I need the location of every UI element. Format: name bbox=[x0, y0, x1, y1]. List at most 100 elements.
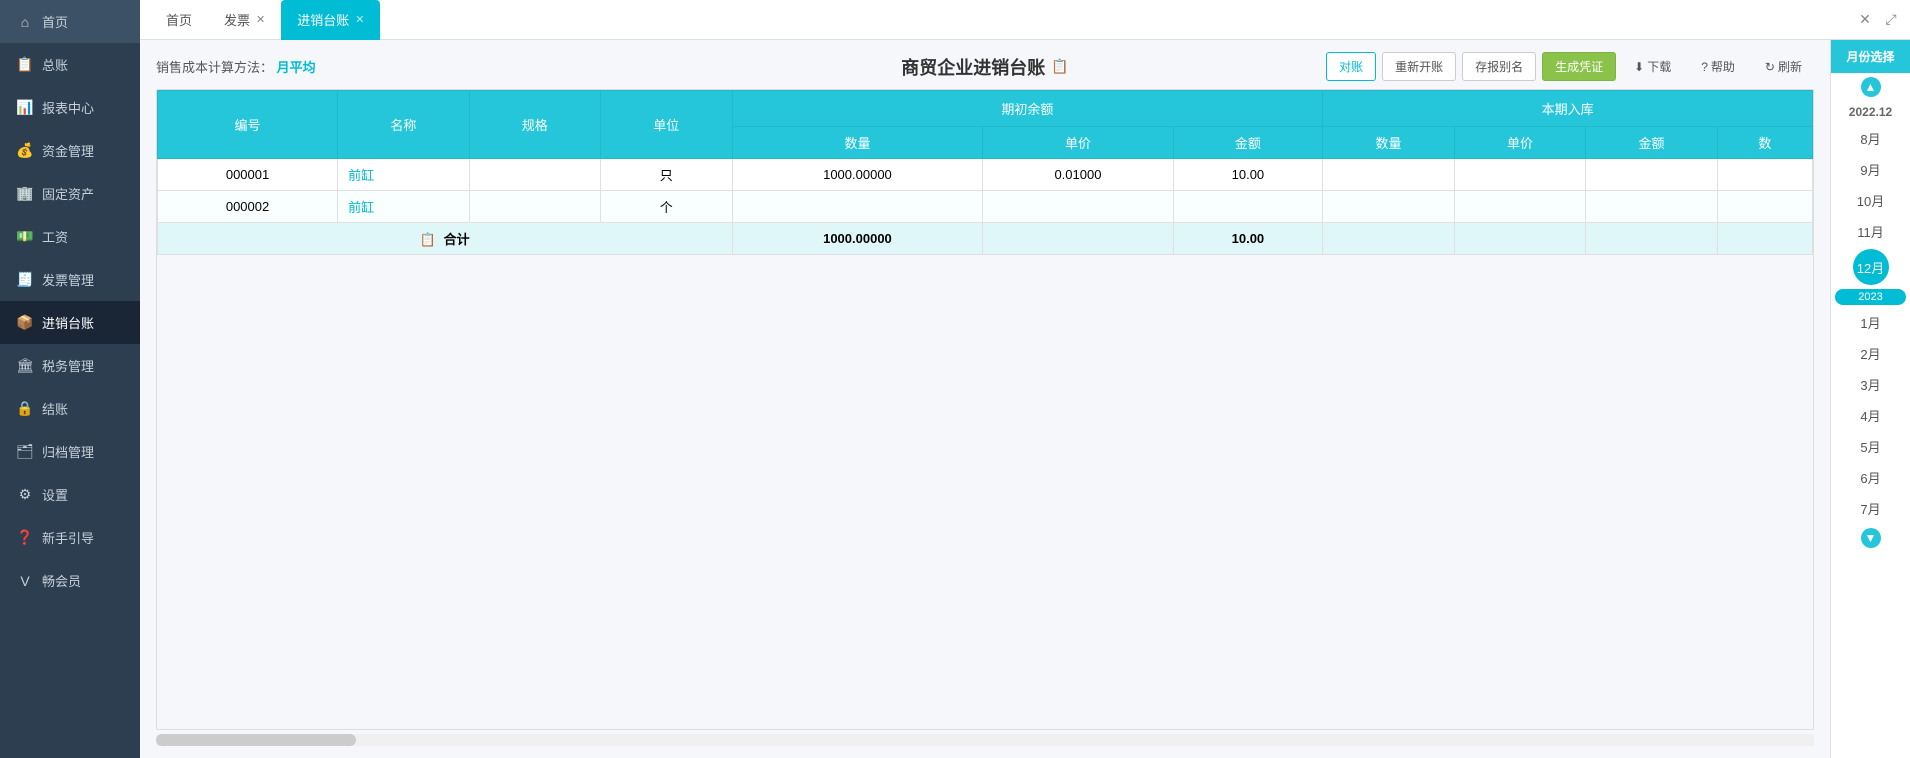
month-12-item[interactable]: 12月 bbox=[1853, 249, 1889, 285]
row1-id: 000001 bbox=[158, 159, 338, 191]
title-link-icon[interactable]: 📋 bbox=[1051, 58, 1068, 75]
sidebar-item-salary[interactable]: 💵 工资 bbox=[0, 215, 140, 258]
ledger-icon: 📋 bbox=[16, 56, 34, 73]
vip-icon: V bbox=[16, 573, 34, 589]
total-icon: 📋 bbox=[420, 232, 436, 247]
month-nav-down-button[interactable]: ▼ bbox=[1861, 528, 1881, 548]
row1-spec bbox=[469, 159, 600, 191]
help-button[interactable]: ? 帮助 bbox=[1689, 53, 1747, 80]
row1-name-link[interactable]: 前缸 bbox=[348, 168, 374, 183]
home-icon: ⌂ bbox=[16, 14, 34, 30]
help-icon: ? bbox=[1701, 60, 1708, 74]
generate-voucher-button[interactable]: 生成凭证 bbox=[1542, 52, 1616, 81]
total-open-qty: 1000.00000 bbox=[732, 223, 983, 255]
archive-icon: 🗂 bbox=[16, 443, 34, 460]
total-in-price bbox=[1454, 223, 1585, 255]
tab-invoice[interactable]: 发票 ✕ bbox=[208, 0, 281, 40]
sidebar-item-purchase-sales-ledger[interactable]: 📦 进销台账 bbox=[0, 301, 140, 344]
tab-ledger[interactable]: 进销台账 ✕ bbox=[281, 0, 380, 40]
sidebar-item-fixed-assets[interactable]: 🏢 固定资产 bbox=[0, 172, 140, 215]
row1-in-qty bbox=[1323, 159, 1454, 191]
row1-open-amount: 10.00 bbox=[1173, 159, 1323, 191]
row2-name: 前缸 bbox=[338, 191, 469, 223]
sidebar-item-tax-management[interactable]: 🏛 税务管理 bbox=[0, 344, 140, 387]
sidebar-item-home[interactable]: ⌂ 首页 bbox=[0, 0, 140, 43]
month-1-item[interactable]: 1月 bbox=[1831, 307, 1910, 338]
sidebar-item-beginner-guide[interactable]: ❓ 新手引导 bbox=[0, 516, 140, 559]
sidebar-item-settings[interactable]: ⚙ 设置 bbox=[0, 473, 140, 516]
invoice-icon: 🧾 bbox=[16, 271, 34, 288]
col-in-price-header: 单价 bbox=[1454, 127, 1585, 159]
row2-open-price bbox=[983, 191, 1173, 223]
month-11-item[interactable]: 11月 bbox=[1831, 216, 1910, 247]
month-8-item[interactable]: 8月 bbox=[1831, 123, 1910, 154]
tab-invoice-close[interactable]: ✕ bbox=[256, 13, 265, 26]
month-9-item[interactable]: 9月 bbox=[1831, 154, 1910, 185]
month-10-item[interactable]: 10月 bbox=[1831, 185, 1910, 216]
row2-in-amount bbox=[1586, 191, 1717, 223]
reopen-button[interactable]: 重新开账 bbox=[1382, 52, 1456, 81]
total-in-qty bbox=[1323, 223, 1454, 255]
row2-name-link[interactable]: 前缸 bbox=[348, 200, 374, 215]
sidebar: ⌂ 首页 📋 总账 📊 报表中心 💰 资金管理 🏢 固定资产 💵 工资 🧾 发票… bbox=[0, 0, 140, 758]
month-nav-down: ▼ bbox=[1831, 524, 1910, 552]
total-in-extra bbox=[1717, 223, 1812, 255]
col-in-qty-header: 数量 bbox=[1323, 127, 1454, 159]
month-nav-up: ▲ bbox=[1831, 73, 1910, 101]
save-alias-button[interactable]: 存报别名 bbox=[1462, 52, 1536, 81]
col-name-header: 名称 bbox=[338, 91, 469, 159]
row2-in-price bbox=[1454, 191, 1585, 223]
close-window-button[interactable]: ✕ bbox=[1856, 11, 1874, 29]
sidebar-item-report-center[interactable]: 📊 报表中心 bbox=[0, 86, 140, 129]
sidebar-item-fund-management[interactable]: 💰 资金管理 bbox=[0, 129, 140, 172]
month-2-item[interactable]: 2月 bbox=[1831, 338, 1910, 369]
refresh-button[interactable]: ↻ 刷新 bbox=[1753, 53, 1814, 80]
table-row: 000002 前缸 个 bbox=[158, 191, 1813, 223]
year-2023-divider: 2023 bbox=[1835, 289, 1906, 305]
salary-icon: 💵 bbox=[16, 228, 34, 245]
closing-icon: 🔒 bbox=[16, 400, 34, 417]
month-4-item[interactable]: 4月 bbox=[1831, 400, 1910, 431]
table-row: 000001 前缸 只 1000.00000 0.01000 10.00 bbox=[158, 159, 1813, 191]
col-in-amount-header: 金额 bbox=[1586, 127, 1717, 159]
sidebar-item-vip-member[interactable]: V 畅会员 bbox=[0, 559, 140, 602]
month-5-item[interactable]: 5月 bbox=[1831, 431, 1910, 462]
page: 销售成本计算方法： 月平均 商贸企业进销台账 📋 对账 重新开账 存报别名 生成… bbox=[140, 40, 1830, 758]
maximize-window-button[interactable]: ⤢ bbox=[1882, 11, 1900, 29]
sidebar-item-general-ledger[interactable]: 📋 总账 bbox=[0, 43, 140, 86]
header-row: 销售成本计算方法： 月平均 商贸企业进销台账 📋 对账 重新开账 存报别名 生成… bbox=[156, 52, 1814, 81]
row2-open-qty bbox=[732, 191, 983, 223]
total-open-amount: 10.00 bbox=[1173, 223, 1323, 255]
window-controls: ✕ ⤢ bbox=[1856, 11, 1900, 29]
sidebar-item-closing[interactable]: 🔒 结账 bbox=[0, 387, 140, 430]
refresh-icon: ↻ bbox=[1765, 60, 1775, 74]
reconcile-button[interactable]: 对账 bbox=[1326, 52, 1376, 81]
month-selector-panel: 月份选择 ▲ 2022.12 8月 9月 10月 11月 12月 2023 1月… bbox=[1830, 40, 1910, 758]
row1-in-price bbox=[1454, 159, 1585, 191]
tab-ledger-close[interactable]: ✕ bbox=[355, 13, 364, 26]
row1-in-extra bbox=[1717, 159, 1812, 191]
assets-icon: 🏢 bbox=[16, 185, 34, 202]
row1-name: 前缸 bbox=[338, 159, 469, 191]
sidebar-item-archive-management[interactable]: 🗂 归档管理 bbox=[0, 430, 140, 473]
tabs-bar: 首页 发票 ✕ 进销台账 ✕ ✕ ⤢ bbox=[140, 0, 1910, 40]
download-button[interactable]: ⬇ 下载 bbox=[1622, 53, 1683, 80]
total-in-amount bbox=[1586, 223, 1717, 255]
tab-home[interactable]: 首页 bbox=[150, 0, 208, 40]
content-area: 销售成本计算方法： 月平均 商贸企业进销台账 📋 对账 重新开账 存报别名 生成… bbox=[140, 40, 1910, 758]
month-7-item[interactable]: 7月 bbox=[1831, 493, 1910, 524]
month-6-item[interactable]: 6月 bbox=[1831, 462, 1910, 493]
report-icon: 📊 bbox=[16, 99, 34, 116]
total-open-price bbox=[983, 223, 1173, 255]
col-spec-header: 规格 bbox=[469, 91, 600, 159]
horizontal-scrollbar[interactable] bbox=[156, 734, 1814, 746]
scrollbar-thumb[interactable] bbox=[156, 734, 356, 746]
row2-id: 000002 bbox=[158, 191, 338, 223]
month-3-item[interactable]: 3月 bbox=[1831, 369, 1910, 400]
table-container: 编号 名称 规格 单位 期初余额 本期入库 数量 单价 金额 数量 bbox=[156, 89, 1814, 730]
gear-icon: ⚙ bbox=[16, 486, 34, 503]
total-row: 📋 合计 1000.00000 10.00 bbox=[158, 223, 1813, 255]
download-icon: ⬇ bbox=[1634, 60, 1644, 74]
month-nav-up-button[interactable]: ▲ bbox=[1861, 77, 1881, 97]
sidebar-item-invoice-management[interactable]: 🧾 发票管理 bbox=[0, 258, 140, 301]
